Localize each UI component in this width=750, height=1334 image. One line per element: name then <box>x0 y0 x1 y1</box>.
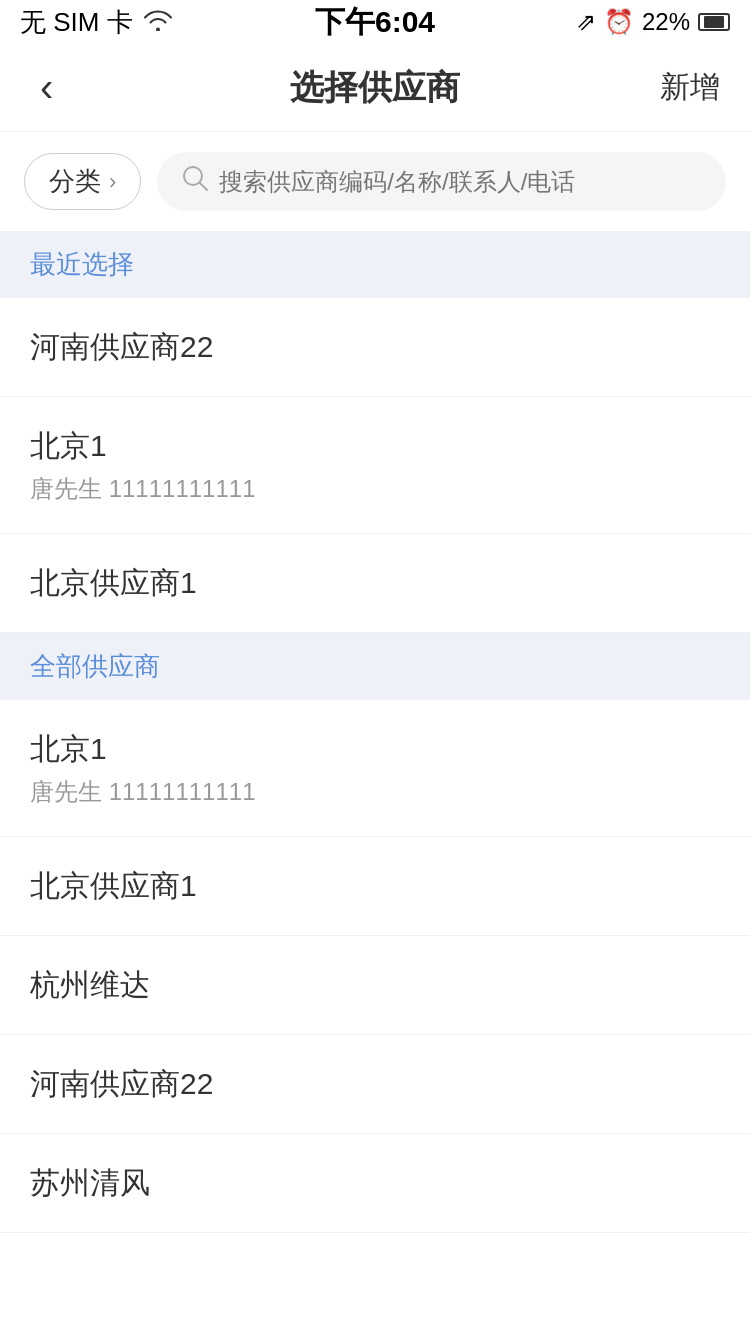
item-name: 苏州清风 <box>30 1162 720 1204</box>
search-box <box>157 152 726 211</box>
battery-icon <box>698 13 730 31</box>
carrier-text: 无 SIM 卡 <box>20 5 133 40</box>
item-sub: 唐先生 11111111111 <box>30 473 720 505</box>
location-icon: ⇗ <box>576 8 596 36</box>
list-item[interactable]: 苏州清风 <box>0 1134 750 1233</box>
item-name: 杭州维达 <box>30 964 720 1006</box>
status-bar: 无 SIM 卡 下午6:04 ⇗ ⏰ 22% <box>0 0 750 44</box>
all-section-header: 全部供应商 <box>0 633 750 700</box>
list-item[interactable]: 河南供应商22 <box>0 1035 750 1134</box>
battery-text: 22% <box>642 8 690 36</box>
item-name: 北京供应商1 <box>30 562 720 604</box>
search-input[interactable] <box>219 168 702 196</box>
item-name: 北京1 <box>30 728 720 770</box>
nav-title: 选择供应商 <box>290 65 460 111</box>
recent-items-list: 河南供应商22 北京1 唐先生 11111111111 北京供应商1 <box>0 298 750 633</box>
list-item[interactable]: 北京供应商1 <box>0 534 750 633</box>
status-right: ⇗ ⏰ 22% <box>576 8 730 36</box>
add-button[interactable]: 新增 <box>660 67 720 108</box>
list-item[interactable]: 杭州维达 <box>0 936 750 1035</box>
back-button[interactable]: ‹ <box>30 55 63 120</box>
nav-bar: ‹ 选择供应商 新增 <box>0 44 750 132</box>
list-item[interactable]: 北京1 唐先生 11111111111 <box>0 397 750 534</box>
filter-row: 分类 › <box>0 132 750 231</box>
category-label: 分类 <box>49 164 101 199</box>
wifi-icon <box>143 7 173 38</box>
item-name: 河南供应商22 <box>30 1063 720 1105</box>
item-name: 北京供应商1 <box>30 865 720 907</box>
recent-section-label: 最近选择 <box>30 249 134 279</box>
search-icon <box>181 164 209 199</box>
item-name: 河南供应商22 <box>30 326 720 368</box>
category-button[interactable]: 分类 › <box>24 153 141 210</box>
status-left: 无 SIM 卡 <box>20 5 173 40</box>
list-item[interactable]: 河南供应商22 <box>0 298 750 397</box>
svg-line-1 <box>200 183 207 190</box>
list-item[interactable]: 北京供应商1 <box>0 837 750 936</box>
all-section-label: 全部供应商 <box>30 651 160 681</box>
item-name: 北京1 <box>30 425 720 467</box>
status-time: 下午6:04 <box>315 2 435 43</box>
item-sub: 唐先生 11111111111 <box>30 776 720 808</box>
list-item[interactable]: 北京1 唐先生 11111111111 <box>0 700 750 837</box>
alarm-icon: ⏰ <box>604 8 634 36</box>
chevron-right-icon: › <box>109 169 116 195</box>
all-items-list: 北京1 唐先生 11111111111 北京供应商1 杭州维达 河南供应商22 … <box>0 700 750 1233</box>
recent-section-header: 最近选择 <box>0 231 750 298</box>
